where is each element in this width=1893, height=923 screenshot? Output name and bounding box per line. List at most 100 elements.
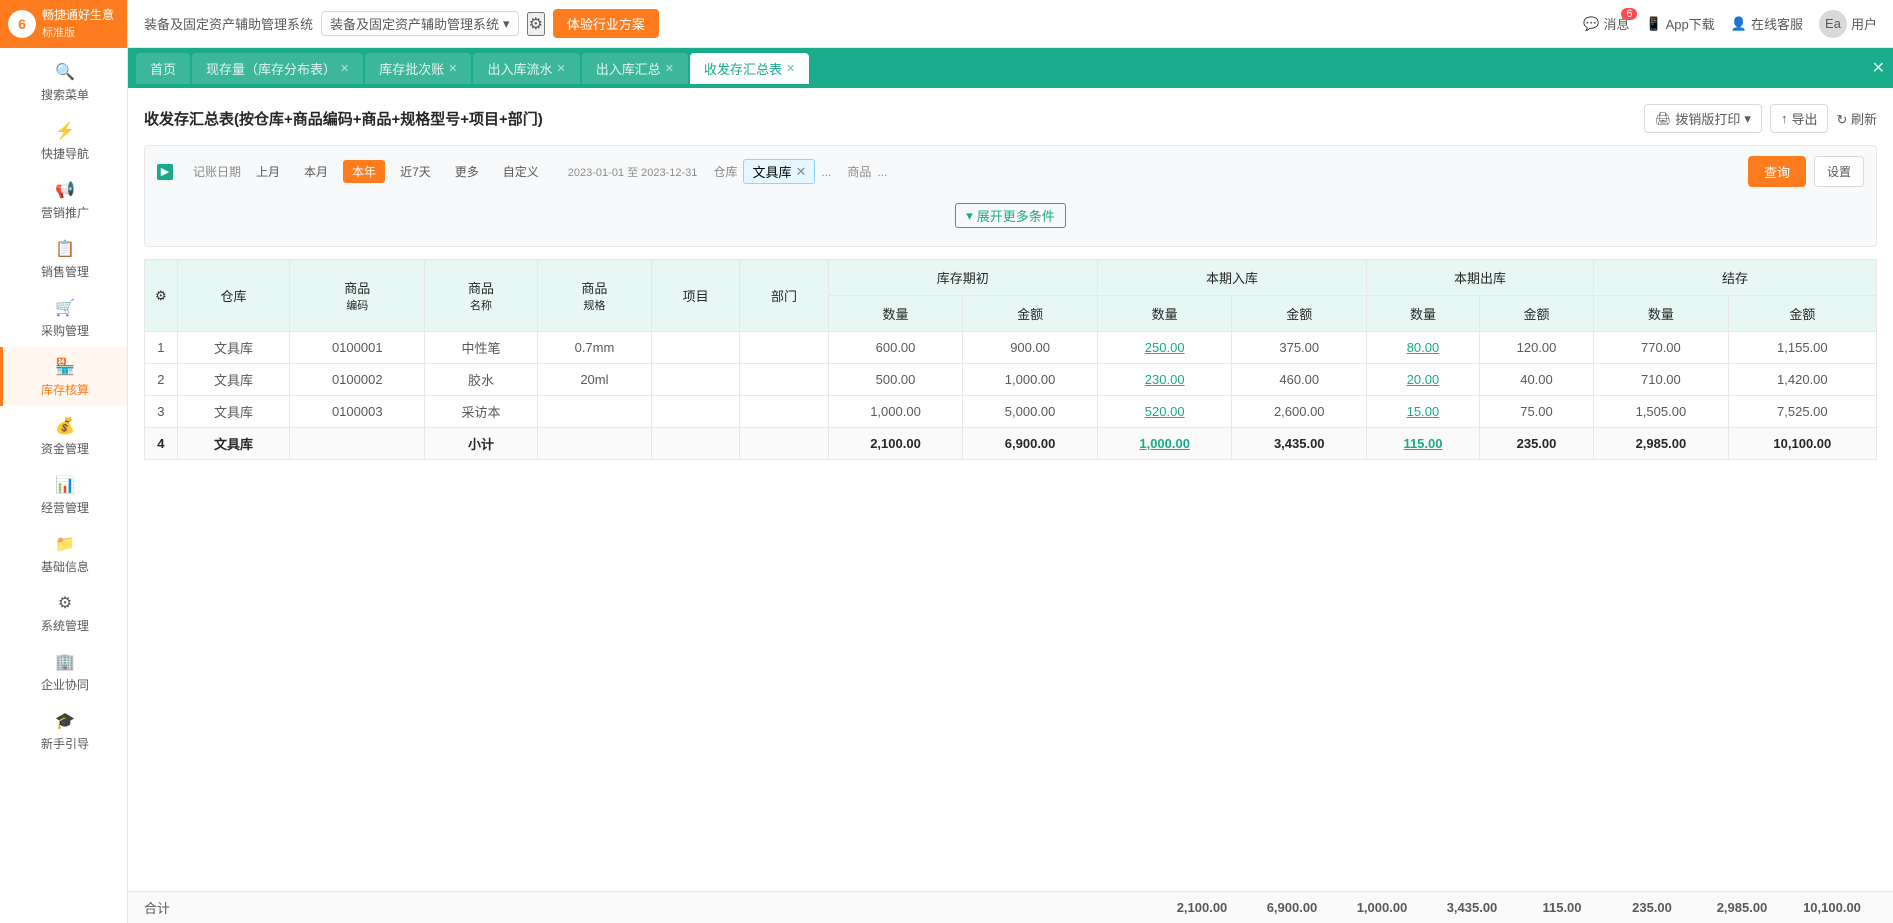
- sidebar-item-basic-info[interactable]: 📁 基础信息: [0, 524, 127, 583]
- sidebar-item-search[interactable]: 🔍 搜索菜单: [0, 52, 127, 111]
- subtotal-out-qty-link[interactable]: 115.00: [1403, 436, 1442, 451]
- tab-inout-summary[interactable]: 出入库汇总 ✕: [582, 53, 688, 84]
- sidebar-item-system[interactable]: ⚙ 系统管理: [0, 583, 127, 642]
- online-service-action[interactable]: 👤 在线客服: [1731, 14, 1803, 33]
- export-button[interactable]: ↑ 导出: [1770, 104, 1829, 133]
- filter-row-main: ▶ 记账日期 上月 本月 本年 近7天 更多 自定义 2023-01-01 至 …: [157, 156, 1864, 187]
- tab-inventory-dist[interactable]: 现存量（库存分布表） ✕: [192, 53, 363, 84]
- data-table-wrapper: ⚙ 仓库 商品编码 商品名称 商品规格 项目 部门 库存期初 本期入库 本期出库…: [144, 259, 1877, 460]
- sales-icon: 📋: [55, 239, 75, 259]
- footer-total-label: 合计: [144, 898, 170, 917]
- date-curr-year-btn[interactable]: 本年: [343, 160, 385, 183]
- tab-batch-account[interactable]: 库存批次账 ✕: [365, 53, 471, 84]
- settings-icon[interactable]: ⚙: [155, 288, 167, 303]
- sidebar-item-enterprise[interactable]: 🏢 企业协同: [0, 642, 127, 701]
- row-in-qty-link[interactable]: 250.00: [1145, 340, 1185, 355]
- th-warehouse: 仓库: [177, 260, 290, 332]
- th-settings: ⚙: [145, 260, 178, 332]
- dropdown-arrow-icon: ▾: [503, 16, 510, 32]
- print-dropdown-icon: ▾: [1744, 111, 1751, 127]
- row-out-amt: 120.00: [1479, 332, 1593, 364]
- tab-home[interactable]: 首页: [136, 53, 190, 84]
- app-download-action[interactable]: 📱 App下载: [1645, 14, 1714, 33]
- row-out-qty-link[interactable]: 15.00: [1407, 404, 1440, 419]
- row-out-qty-link[interactable]: 20.00: [1407, 372, 1440, 387]
- row-out-qty-link[interactable]: 80.00: [1407, 340, 1440, 355]
- row-closing-qty: 1,505.00: [1594, 396, 1729, 428]
- th-opening-amt: 金额: [963, 296, 1098, 332]
- refresh-button[interactable]: ↻ 刷新: [1836, 109, 1877, 128]
- sidebar-item-finance[interactable]: 💰 资金管理: [0, 406, 127, 465]
- row-opening-qty: 1,000.00: [828, 396, 963, 428]
- trial-btn[interactable]: 体验行业方案: [553, 9, 659, 38]
- date-more-btn[interactable]: 更多: [446, 160, 488, 183]
- operations-icon: 📊: [55, 475, 75, 495]
- system-icon: ⚙: [58, 593, 72, 613]
- row-warehouse: 文具库: [177, 364, 290, 396]
- system-dropdown[interactable]: 装备及固定资产辅助管理系统 ▾: [321, 11, 519, 36]
- row-warehouse: 文具库: [177, 332, 290, 364]
- dropdown-text: 装备及固定资产辅助管理系统: [330, 14, 499, 33]
- row-out-amt: 75.00: [1479, 396, 1593, 428]
- warehouse-filter-group: 仓库 文具库 ✕ ...: [713, 159, 831, 184]
- subtotal-in-amt: 3,435.00: [1232, 428, 1367, 460]
- date-prev-month-btn[interactable]: 上月: [247, 160, 289, 183]
- tab-recv-send-summary-close[interactable]: ✕: [786, 62, 795, 75]
- warehouse-tag-close-icon[interactable]: ✕: [795, 164, 806, 180]
- warehouse-tag-text: 文具库: [752, 162, 791, 181]
- row-in-amt: 375.00: [1232, 332, 1367, 364]
- th-closing-amt: 金额: [1728, 296, 1876, 332]
- sidebar-item-inventory[interactable]: 🏪 库存核算: [0, 347, 127, 406]
- footer-in-amt: 3,435.00: [1427, 900, 1517, 915]
- row-in-qty-link[interactable]: 520.00: [1145, 404, 1185, 419]
- messages-action[interactable]: 💬 消息 6: [1583, 14, 1629, 33]
- sidebar-item-finance-label: 资金管理: [41, 440, 89, 457]
- date-custom-btn[interactable]: 自定义: [494, 160, 548, 183]
- tab-recv-send-summary[interactable]: 收发存汇总表 ✕: [690, 53, 809, 84]
- subtotal-opening-qty: 2,100.00: [828, 428, 963, 460]
- th-goods-code: 商品编码: [290, 260, 425, 332]
- expand-conditions-btn[interactable]: ▾ 展开更多条件: [955, 203, 1066, 228]
- print-button[interactable]: 🖨 拨销版打印 ▾: [1644, 104, 1762, 133]
- tab-recv-send-summary-label: 收发存汇总表: [704, 59, 782, 78]
- date-curr-month-btn[interactable]: 本月: [295, 160, 337, 183]
- query-button[interactable]: 查询: [1748, 156, 1806, 187]
- tab-inout-summary-close[interactable]: ✕: [665, 62, 674, 75]
- user-action[interactable]: Ea 用户: [1819, 10, 1877, 38]
- close-all-tabs-button[interactable]: ✕: [1872, 58, 1885, 78]
- sidebar-item-purchase[interactable]: 🛒 采购管理: [0, 288, 127, 347]
- export-icon: ↑: [1781, 111, 1788, 126]
- date-7days-btn[interactable]: 近7天: [391, 160, 440, 183]
- gear-button[interactable]: ⚙: [527, 12, 545, 36]
- sidebar-item-sales[interactable]: 📋 销售管理: [0, 229, 127, 288]
- filter-expand-arrow[interactable]: ▶: [157, 164, 173, 180]
- tab-inout-flow-close[interactable]: ✕: [557, 62, 566, 75]
- table-body: 1 文具库 0100001 中性笔 0.7mm 600.00 900.00 25…: [145, 332, 1877, 428]
- subtotal-in-qty-link[interactable]: 1,000.00: [1139, 436, 1190, 451]
- tab-inventory-dist-close[interactable]: ✕: [340, 62, 349, 75]
- goods-filter-more[interactable]: ...: [877, 165, 887, 179]
- th-closing-qty: 数量: [1594, 296, 1729, 332]
- row-in-qty-link[interactable]: 230.00: [1145, 372, 1185, 387]
- filter-settings-button[interactable]: 设置: [1814, 156, 1864, 187]
- filter-bar: ▶ 记账日期 上月 本月 本年 近7天 更多 自定义 2023-01-01 至 …: [144, 145, 1877, 247]
- sidebar-item-quick-nav[interactable]: ⚡ 快捷导航: [0, 111, 127, 170]
- sidebar-item-operations[interactable]: 📊 经营管理: [0, 465, 127, 524]
- th-closing-group: 结存: [1594, 260, 1877, 296]
- refresh-label: 刷新: [1851, 112, 1877, 127]
- avatar: Ea: [1819, 10, 1847, 38]
- sidebar-title-group: 畅捷通好生意 标准版: [42, 8, 114, 40]
- inner-page: 收发存汇总表(按仓库+商品编码+商品+规格型号+项目+部门) 🖨 拨销版打印 ▾…: [128, 88, 1893, 891]
- marketing-icon: 📢: [55, 180, 75, 200]
- warehouse-filter-more[interactable]: ...: [821, 165, 831, 179]
- tab-batch-account-close[interactable]: ✕: [448, 62, 457, 75]
- sidebar-item-marketing[interactable]: 📢 营销推广: [0, 170, 127, 229]
- sidebar-item-guide[interactable]: 🎓 新手引导: [0, 701, 127, 760]
- tab-inout-flow[interactable]: 出入库流水 ✕: [473, 53, 579, 84]
- row-goods-name: 中性笔: [425, 332, 538, 364]
- table-row: 2 文具库 0100002 胶水 20ml 500.00 1,000.00 23…: [145, 364, 1877, 396]
- row-no: 1: [145, 332, 178, 364]
- date-filter-label: 记账日期: [193, 163, 241, 180]
- warehouse-filter-tag[interactable]: 文具库 ✕: [743, 159, 815, 184]
- online-service-label: 在线客服: [1751, 14, 1803, 33]
